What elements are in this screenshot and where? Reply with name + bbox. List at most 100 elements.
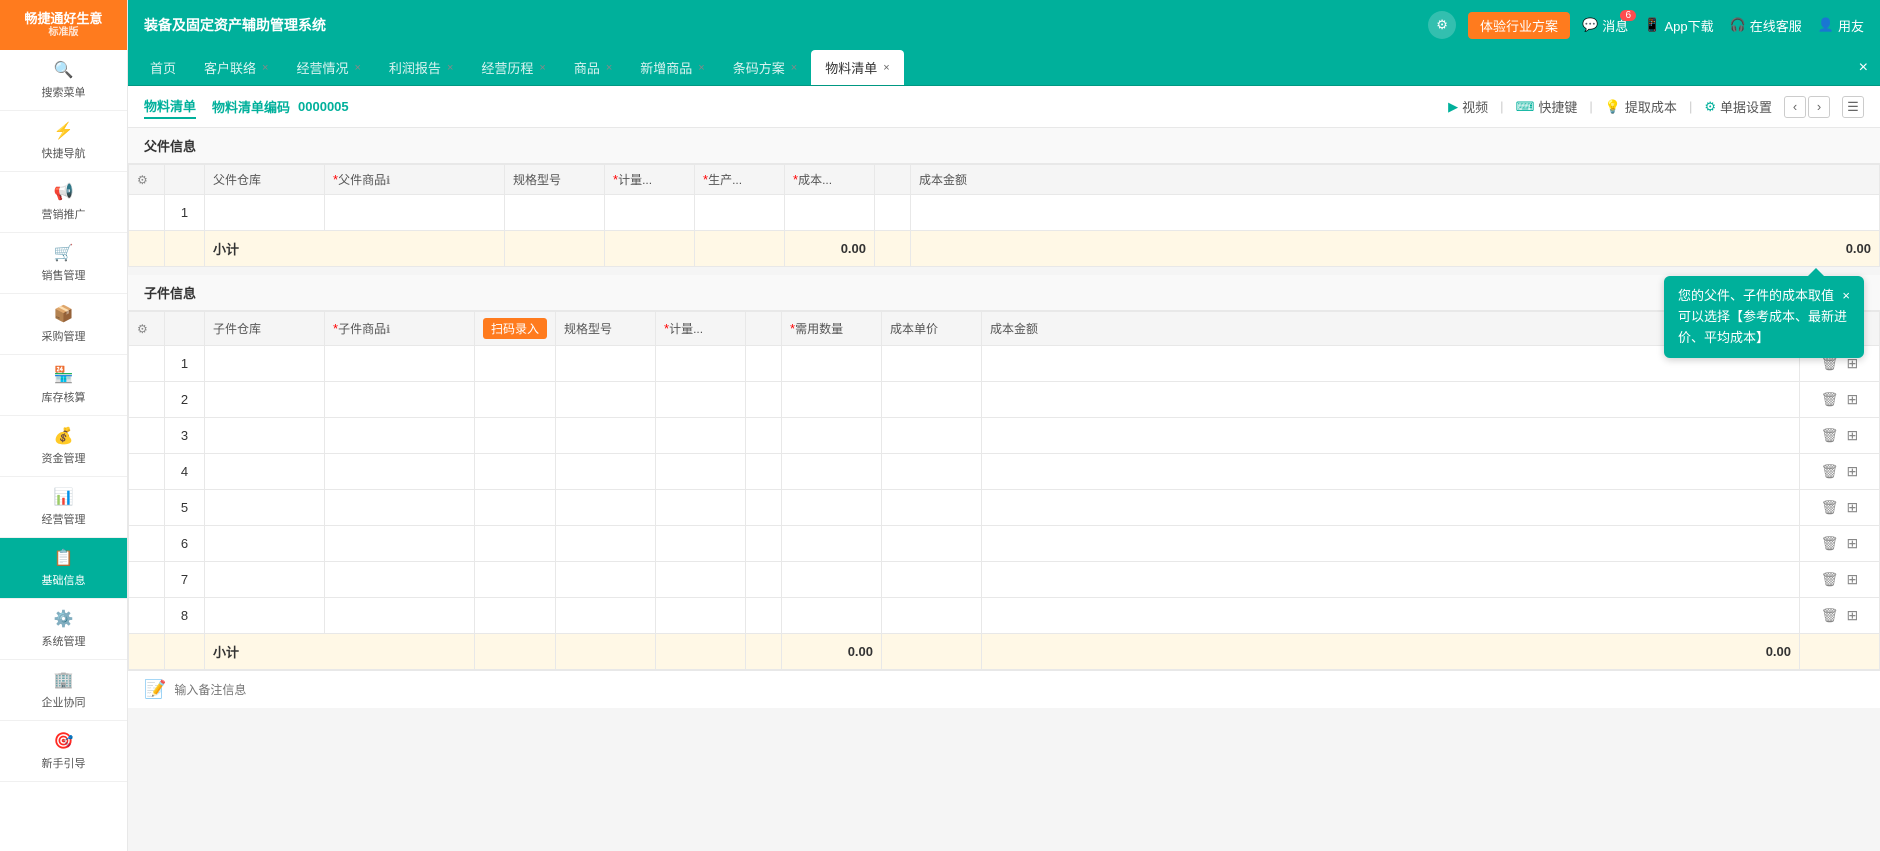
child-row6-spec[interactable] xyxy=(556,526,656,562)
child-row2-product[interactable] xyxy=(325,382,475,418)
sidebar-item-purchase[interactable]: 📦采购管理 xyxy=(0,294,127,355)
trial-button[interactable]: 体验行业方案 xyxy=(1468,12,1570,39)
close-all-tabs[interactable]: × xyxy=(1855,55,1872,81)
sub-tab-bom-list[interactable]: 物料清单 xyxy=(144,94,196,119)
child-row4-warehouse[interactable] xyxy=(205,454,325,490)
child-row5-spec[interactable] xyxy=(556,490,656,526)
child-row6-warehouse[interactable] xyxy=(205,526,325,562)
nav-tab-bom[interactable]: 物料清单× xyxy=(811,50,903,85)
nav-tab-profit[interactable]: 利润报告× xyxy=(375,50,467,85)
extract-cost-action[interactable]: 💡 提取成本 xyxy=(1605,97,1677,116)
nav-tab-barcode[interactable]: 条码方案× xyxy=(719,50,811,85)
nav-tab-close-operations[interactable]: × xyxy=(354,62,360,74)
nav-tab-close-history[interactable]: × xyxy=(539,62,545,74)
child-row2-quantity[interactable] xyxy=(656,382,746,418)
nav-tab-close-bom[interactable]: × xyxy=(883,62,889,74)
child-row5-product[interactable] xyxy=(325,490,475,526)
child-row3-unit-cost[interactable] xyxy=(882,418,982,454)
child-row5-quantity[interactable] xyxy=(656,490,746,526)
parent-row1-product[interactable] xyxy=(325,195,505,231)
prev-arrow[interactable]: ‹ xyxy=(1784,96,1806,118)
child-row1-warehouse[interactable] xyxy=(205,346,325,382)
nav-tab-close-barcode[interactable]: × xyxy=(791,62,797,74)
delete-icon-row6[interactable]: 🗑 xyxy=(1821,535,1839,552)
parent-row1-spec[interactable] xyxy=(505,195,605,231)
child-row4-spec[interactable] xyxy=(556,454,656,490)
child-row7-spec[interactable] xyxy=(556,562,656,598)
video-action[interactable]: ▶ 视频 xyxy=(1448,97,1488,116)
child-row1-product[interactable] xyxy=(325,346,475,382)
child-row8-product[interactable] xyxy=(325,598,475,634)
nav-tab-customers[interactable]: 客户联络× xyxy=(190,50,282,85)
child-row6-quantity[interactable] xyxy=(656,526,746,562)
online-service-action[interactable]: 🎧 在线客服 xyxy=(1730,16,1802,35)
child-row3-quantity[interactable] xyxy=(656,418,746,454)
copy-icon-row3[interactable]: ⊞ xyxy=(1847,427,1859,444)
copy-icon-row5[interactable]: ⊞ xyxy=(1847,499,1859,516)
topbar-settings-icon[interactable]: ⚙ xyxy=(1428,11,1456,39)
parent-row1-warehouse[interactable] xyxy=(205,195,325,231)
child-row4-quantity[interactable] xyxy=(656,454,746,490)
delete-icon-row8[interactable]: 🗑 xyxy=(1821,607,1839,624)
message-action[interactable]: 💬 消息 6 xyxy=(1582,16,1628,35)
child-row4-needed[interactable] xyxy=(782,454,882,490)
child-row3-product[interactable] xyxy=(325,418,475,454)
nav-tab-products[interactable]: 商品× xyxy=(560,50,626,85)
child-row5-warehouse[interactable] xyxy=(205,490,325,526)
nav-tab-new-product[interactable]: 新增商品× xyxy=(626,50,718,85)
child-row6-needed[interactable] xyxy=(782,526,882,562)
parent-row1-production[interactable] xyxy=(695,195,785,231)
child-row5-unit-cost[interactable] xyxy=(882,490,982,526)
copy-icon-row7[interactable]: ⊞ xyxy=(1847,571,1859,588)
nav-tab-operations[interactable]: 经营情况× xyxy=(282,50,374,85)
child-row7-product[interactable] xyxy=(325,562,475,598)
nav-tab-close-profit[interactable]: × xyxy=(447,62,453,74)
child-row5-needed[interactable] xyxy=(782,490,882,526)
copy-icon-row2[interactable]: ⊞ xyxy=(1847,391,1859,408)
sidebar-item-guide[interactable]: 🎯新手引导 xyxy=(0,721,127,782)
tooltip-close-button[interactable]: × xyxy=(1842,286,1850,307)
child-row1-unit-cost[interactable] xyxy=(882,346,982,382)
child-row1-spec[interactable] xyxy=(556,346,656,382)
user-action[interactable]: 👤 用友 xyxy=(1818,16,1864,35)
child-row3-warehouse[interactable] xyxy=(205,418,325,454)
delete-icon-row3[interactable]: 🗑 xyxy=(1821,427,1839,444)
sidebar-item-quick-nav[interactable]: ⚡快捷导航 xyxy=(0,111,127,172)
child-row3-spec[interactable] xyxy=(556,418,656,454)
child-row7-needed[interactable] xyxy=(782,562,882,598)
child-row8-spec[interactable] xyxy=(556,598,656,634)
sidebar-item-marketing[interactable]: 📢营销推广 xyxy=(0,172,127,233)
nav-tab-home[interactable]: 首页 xyxy=(136,50,190,85)
child-row2-spec[interactable] xyxy=(556,382,656,418)
copy-icon-row6[interactable]: ⊞ xyxy=(1847,535,1859,552)
child-row2-warehouse[interactable] xyxy=(205,382,325,418)
delete-icon-row4[interactable]: 🗑 xyxy=(1821,463,1839,480)
list-view-icon[interactable]: ☰ xyxy=(1842,96,1864,118)
nav-tab-close-products[interactable]: × xyxy=(606,62,612,74)
sidebar-item-capital[interactable]: 💰资金管理 xyxy=(0,416,127,477)
shortcut-action[interactable]: ⌨ 快捷键 xyxy=(1516,97,1578,116)
child-row6-product[interactable] xyxy=(325,526,475,562)
child-row7-warehouse[interactable] xyxy=(205,562,325,598)
child-row6-unit-cost[interactable] xyxy=(882,526,982,562)
delete-icon-row7[interactable]: 🗑 xyxy=(1821,571,1839,588)
child-row8-quantity[interactable] xyxy=(656,598,746,634)
sidebar-item-enterprise[interactable]: 🏢企业协同 xyxy=(0,660,127,721)
sidebar-item-system[interactable]: ⚙️系统管理 xyxy=(0,599,127,660)
child-row2-needed[interactable] xyxy=(782,382,882,418)
nav-tab-close-customers[interactable]: × xyxy=(262,62,268,74)
scan-input-button[interactable]: 扫码录入 xyxy=(483,318,547,339)
next-arrow[interactable]: › xyxy=(1808,96,1830,118)
doc-settings-action[interactable]: ⚙ 单据设置 xyxy=(1704,97,1772,116)
child-row8-needed[interactable] xyxy=(782,598,882,634)
delete-icon-row2[interactable]: 🗑 xyxy=(1821,391,1839,408)
copy-icon-row4[interactable]: ⊞ xyxy=(1847,463,1859,480)
child-row8-warehouse[interactable] xyxy=(205,598,325,634)
copy-icon-row8[interactable]: ⊞ xyxy=(1847,607,1859,624)
nav-tab-history[interactable]: 经营历程× xyxy=(467,50,559,85)
note-input[interactable] xyxy=(174,683,1864,697)
child-row3-needed[interactable] xyxy=(782,418,882,454)
delete-icon-row5[interactable]: 🗑 xyxy=(1821,499,1839,516)
child-row4-unit-cost[interactable] xyxy=(882,454,982,490)
sidebar-item-basic-info[interactable]: 📋基础信息 xyxy=(0,538,127,599)
